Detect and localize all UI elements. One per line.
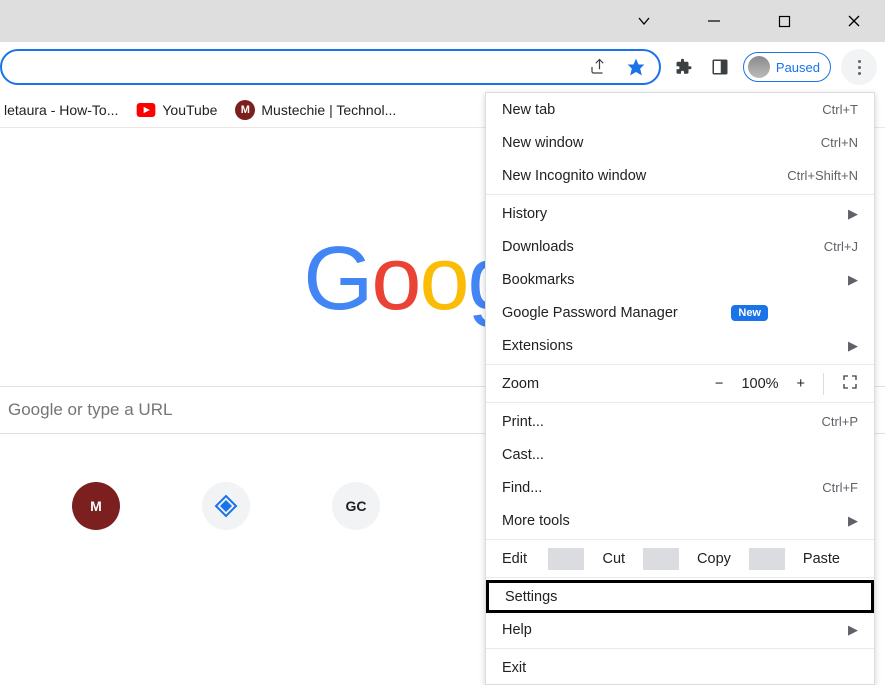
window-maximize-icon[interactable] [761, 0, 807, 42]
edit-cut-button[interactable]: Cut [584, 551, 643, 567]
menu-item-bookmarks[interactable]: Bookmarks ▶ [486, 263, 874, 296]
window-minimize-icon[interactable] [691, 0, 737, 42]
menu-item-password-manager[interactable]: Google Password Manager New [486, 296, 874, 329]
chevron-right-icon: ▶ [848, 622, 858, 638]
avatar [748, 56, 770, 78]
menu-item-zoom: Zoom − 100% + [486, 367, 874, 400]
chevron-right-icon: ▶ [848, 513, 858, 529]
zoom-in-button[interactable]: + [797, 376, 805, 392]
bookmark-star-icon[interactable] [623, 54, 649, 80]
menu-item-edit: Edit Cut Copy Paste [486, 542, 874, 575]
chrome-menu: New tab Ctrl+T New window Ctrl+N New Inc… [485, 92, 875, 685]
menu-item-print[interactable]: Print... Ctrl+P [486, 405, 874, 438]
shortcut-tile[interactable]: GC [332, 482, 380, 530]
menu-item-help[interactable]: Help ▶ [486, 613, 874, 646]
menu-item-extensions[interactable]: Extensions ▶ [486, 329, 874, 362]
menu-item-exit[interactable]: Exit [486, 651, 874, 684]
bookmark-item[interactable]: M Mustechie | Technol... [235, 100, 396, 120]
site-favicon: M [235, 100, 255, 120]
chevron-right-icon: ▶ [848, 206, 858, 222]
shortcut-tile[interactable]: M [72, 482, 120, 530]
edit-copy-button[interactable]: Copy [679, 551, 749, 567]
menu-item-settings[interactable]: Settings [486, 580, 874, 613]
bookmark-item[interactable]: letaura - How-To... [4, 102, 118, 118]
window-titlebar [0, 0, 885, 42]
zoom-value: 100% [741, 376, 778, 392]
address-bar[interactable] [0, 49, 661, 85]
menu-item-new-incognito[interactable]: New Incognito window Ctrl+Shift+N [486, 159, 874, 192]
fullscreen-icon[interactable] [842, 374, 858, 394]
bookmark-label: YouTube [162, 102, 217, 118]
chevron-right-icon: ▶ [848, 338, 858, 354]
tab-dropdown-icon[interactable] [621, 0, 667, 42]
shortcut-tile[interactable] [202, 482, 250, 530]
chrome-menu-button[interactable] [841, 49, 877, 85]
menu-item-more-tools[interactable]: More tools ▶ [486, 504, 874, 537]
profile-chip[interactable]: Paused [743, 52, 831, 82]
profile-status-label: Paused [776, 60, 820, 75]
menu-item-new-window[interactable]: New window Ctrl+N [486, 126, 874, 159]
extensions-puzzle-icon[interactable] [671, 54, 697, 80]
bookmark-item[interactable]: YouTube [136, 100, 217, 120]
menu-item-new-tab[interactable]: New tab Ctrl+T [486, 93, 874, 126]
zoom-out-button[interactable]: − [715, 376, 723, 392]
bookmark-label: letaura - How-To... [4, 102, 118, 118]
youtube-icon [136, 100, 156, 120]
menu-item-history[interactable]: History ▶ [486, 197, 874, 230]
browser-toolbar: Paused [0, 42, 885, 92]
bookmark-label: Mustechie | Technol... [261, 102, 396, 118]
edit-paste-button[interactable]: Paste [785, 551, 858, 567]
search-placeholder: Google or type a URL [8, 400, 172, 420]
side-panel-icon[interactable] [707, 54, 733, 80]
menu-item-find[interactable]: Find... Ctrl+F [486, 471, 874, 504]
share-icon[interactable] [585, 54, 611, 80]
menu-item-cast[interactable]: Cast... [486, 438, 874, 471]
chevron-right-icon: ▶ [848, 272, 858, 288]
window-close-icon[interactable] [831, 0, 877, 42]
menu-item-downloads[interactable]: Downloads Ctrl+J [486, 230, 874, 263]
new-badge: New [731, 305, 768, 321]
